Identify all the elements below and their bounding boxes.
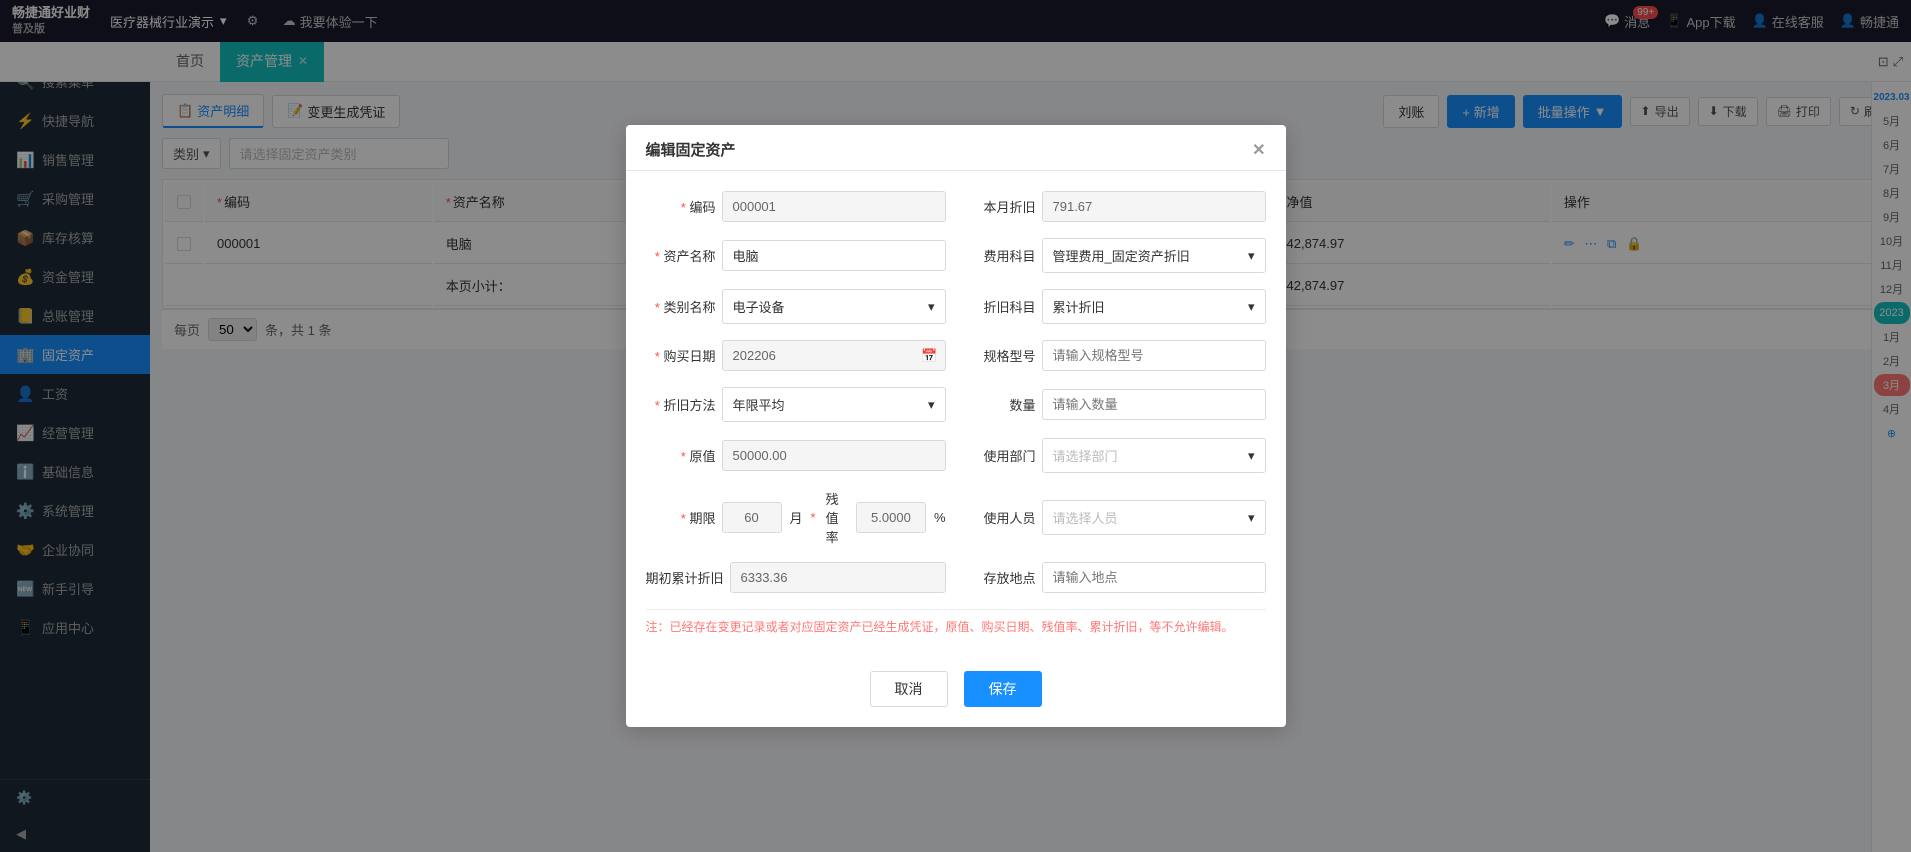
modal-row-7: * 期限 月 * 残值率 % 使用人员 请选择人员 ▾ <box>646 489 1266 546</box>
field-code: * 编码 <box>646 191 946 222</box>
category-dropdown-icon: ▾ <box>928 299 935 315</box>
field-purchase-date: * 购买日期 📅 <box>646 340 946 371</box>
field-period: * 期限 月 * 残值率 % <box>646 489 946 546</box>
initial-depreciation-input <box>730 562 946 593</box>
depreciation-subject-select[interactable]: 累计折旧 ▾ <box>1042 289 1266 324</box>
modal-row-6: * 原值 使用部门 请选择部门 ▾ <box>646 438 1266 473</box>
spec-input[interactable] <box>1042 340 1266 371</box>
field-use-dept: 使用部门 请选择部门 ▾ <box>966 438 1266 473</box>
field-quantity: 数量 <box>966 387 1266 422</box>
modal-title: 编辑固定资产 <box>646 139 736 160</box>
field-initial-depreciation: 期初累计折旧 <box>646 562 946 593</box>
modal-body: * 编码 本月折旧 * 资产名称 费用科目 管理费用_固定资产折旧 <box>626 171 1286 655</box>
modal-footer: 取消 保存 <box>626 655 1286 727</box>
cancel-button[interactable]: 取消 <box>870 671 948 707</box>
expense-subject-select[interactable]: 管理费用_固定资产折旧 ▾ <box>1042 238 1266 273</box>
modal-row-3: * 类别名称 电子设备 ▾ 折旧科目 累计折旧 ▾ <box>646 289 1266 324</box>
field-monthly-depreciation: 本月折旧 <box>966 191 1266 222</box>
use-dept-select[interactable]: 请选择部门 ▾ <box>1042 438 1266 473</box>
dropdown-icon: ▾ <box>1248 248 1255 264</box>
dep-subject-dropdown-icon: ▾ <box>1248 299 1255 315</box>
residual-rate-input[interactable] <box>856 502 926 533</box>
original-value-input[interactable] <box>722 440 946 471</box>
asset-name-input[interactable] <box>722 240 946 271</box>
calendar-icon: 📅 <box>921 348 937 364</box>
person-dropdown-icon: ▾ <box>1248 510 1255 526</box>
category-select[interactable]: 电子设备 ▾ <box>722 289 946 324</box>
save-button[interactable]: 保存 <box>964 671 1042 707</box>
monthly-depreciation-input <box>1042 191 1266 222</box>
modal-overlay: 编辑固定资产 ✕ * 编码 本月折旧 * 资产名称 <box>0 0 1911 852</box>
period-input[interactable] <box>722 502 782 533</box>
depreciation-method-select[interactable]: 年限平均 ▾ <box>722 387 946 422</box>
modal-header: 编辑固定资产 ✕ <box>626 125 1286 171</box>
field-use-person: 使用人员 请选择人员 ▾ <box>966 489 1266 546</box>
purchase-date-input[interactable] <box>722 340 946 371</box>
edit-asset-modal: 编辑固定资产 ✕ * 编码 本月折旧 * 资产名称 <box>626 125 1286 727</box>
field-spec: 规格型号 <box>966 340 1266 371</box>
modal-row-2: * 资产名称 费用科目 管理费用_固定资产折旧 ▾ <box>646 238 1266 273</box>
modal-row-1: * 编码 本月折旧 <box>646 191 1266 222</box>
field-asset-name: * 资产名称 <box>646 238 946 273</box>
field-location: 存放地点 <box>966 562 1266 593</box>
purchase-date-wrapper: 📅 <box>722 340 946 371</box>
dep-method-dropdown-icon: ▾ <box>928 397 935 413</box>
quantity-input[interactable] <box>1042 389 1266 420</box>
modal-row-4: * 购买日期 📅 规格型号 <box>646 340 1266 371</box>
modal-close-button[interactable]: ✕ <box>1252 140 1265 160</box>
location-input[interactable] <box>1042 562 1266 593</box>
dept-dropdown-icon: ▾ <box>1248 448 1255 464</box>
period-inline: 月 * 残值率 % <box>722 489 946 546</box>
code-input[interactable] <box>722 191 946 222</box>
use-person-select[interactable]: 请选择人员 ▾ <box>1042 500 1266 535</box>
modal-note: 注：已经存在变更记录或者对应固定资产已经生成凭证，原值、购买日期、残值率、累计折… <box>646 609 1266 635</box>
field-original-value: * 原值 <box>646 438 946 473</box>
field-depreciation-subject: 折旧科目 累计折旧 ▾ <box>966 289 1266 324</box>
modal-row-8: 期初累计折旧 存放地点 <box>646 562 1266 593</box>
field-category-name: * 类别名称 电子设备 ▾ <box>646 289 946 324</box>
modal-row-5: * 折旧方法 年限平均 ▾ 数量 <box>646 387 1266 422</box>
field-expense-subject: 费用科目 管理费用_固定资产折旧 ▾ <box>966 238 1266 273</box>
field-depreciation-method: * 折旧方法 年限平均 ▾ <box>646 387 946 422</box>
